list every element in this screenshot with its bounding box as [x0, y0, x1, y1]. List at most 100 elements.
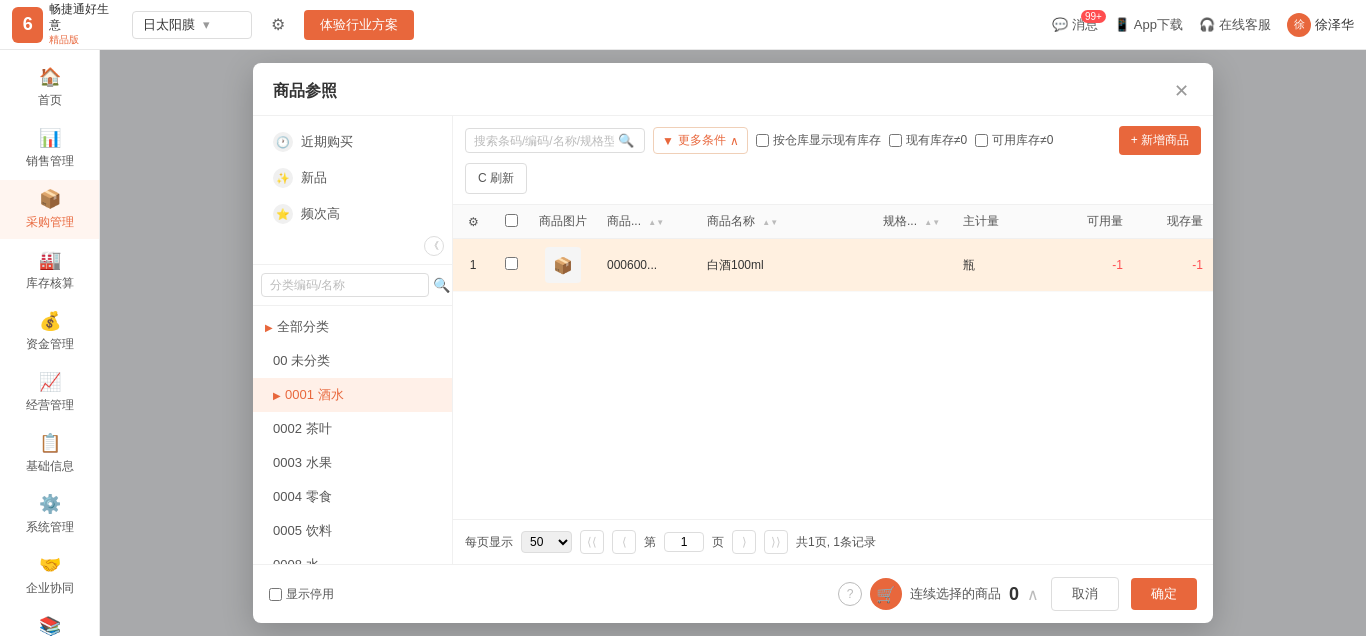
- cancel-button[interactable]: 取消: [1051, 577, 1119, 611]
- right-panel: 🔍 ▼ 更多条件 ∧ 按仓库显示现有库存: [453, 116, 1213, 564]
- modal-body: 🕐 近期购买 ✨ 新品 ⭐ 频次高: [253, 116, 1213, 564]
- sidebar-label-enterprise: 企业协同: [26, 580, 74, 597]
- table-row[interactable]: 1 📦 000600...: [453, 239, 1213, 292]
- sales-icon: 📊: [39, 127, 61, 149]
- settings-icon[interactable]: ⚙: [262, 9, 294, 41]
- next-page-button[interactable]: ⟩: [732, 530, 756, 554]
- modal-overlay: 商品参照 ✕ 🕐 近期购买: [100, 50, 1366, 636]
- sidebar: 🏠 首页 📊 销售管理 📦 采购管理 🏭 库存核算 💰 资金管理 📈 经营管理 …: [0, 50, 100, 636]
- system-icon: ⚙️: [39, 493, 61, 515]
- sidebar-item-finance[interactable]: 💰 资金管理: [0, 302, 99, 361]
- confirm-button[interactable]: 确定: [1131, 578, 1197, 610]
- category-item-uncategorized[interactable]: 00 未分类: [253, 344, 452, 378]
- sidebar-label-system: 系统管理: [26, 519, 74, 536]
- cart-area: ? 🛒 连续选择的商品 0 ∧: [838, 578, 1039, 610]
- col-avail-label: 可用量: [1087, 214, 1123, 228]
- category-item-fruit[interactable]: 0003 水果: [253, 446, 452, 480]
- sidebar-item-sales[interactable]: 📊 销售管理: [0, 119, 99, 178]
- modal-close-button[interactable]: ✕: [1169, 79, 1193, 103]
- sidebar-item-home[interactable]: 🏠 首页: [0, 58, 99, 117]
- logo-text: 畅捷通好生意: [49, 2, 112, 33]
- more-filter-button[interactable]: ▼ 更多条件 ∧: [653, 127, 748, 154]
- online-service-nav-item[interactable]: 🎧 在线客服: [1199, 16, 1271, 34]
- sidebar-item-system[interactable]: ⚙️ 系统管理: [0, 485, 99, 544]
- show-disabled-checkbox[interactable]: [269, 588, 282, 601]
- category-item-all[interactable]: ▶ 全部分类: [253, 310, 452, 344]
- avail-ne0-checkbox[interactable]: [975, 134, 988, 147]
- first-page-button[interactable]: ⟨⟨: [580, 530, 604, 554]
- col-check: [493, 205, 529, 239]
- last-page-button[interactable]: ⟩⟩: [764, 530, 788, 554]
- modal-header: 商品参照 ✕: [253, 63, 1213, 116]
- operation-icon: 📈: [39, 371, 61, 393]
- category-search-icon[interactable]: 🔍: [433, 277, 450, 293]
- category-item-drinks[interactable]: 0005 饮料: [253, 514, 452, 548]
- user-nav-item[interactable]: 徐 徐泽华: [1287, 13, 1354, 37]
- category-fruit-label: 0003 水果: [273, 454, 332, 472]
- category-search-input[interactable]: [261, 273, 429, 297]
- add-product-button[interactable]: + 新增商品: [1119, 126, 1201, 155]
- top-nav: 6 畅捷通好生意 精品版 日太阳膜 ▾ ⚙ 体验行业方案 💬 消息 99+ 📱 …: [0, 0, 1366, 50]
- page-number-input[interactable]: [664, 532, 704, 552]
- pagination-bar: 每页显示 50 10 20 100 ⟨⟨ ⟨ 第 页: [453, 519, 1213, 564]
- sidebar-item-inventory[interactable]: 🏭 库存核算: [0, 241, 99, 300]
- product-search-input[interactable]: [474, 134, 614, 148]
- sidebar-item-enterprise[interactable]: 🤝 企业协同: [0, 546, 99, 605]
- avail-ne0-checkbox-wrap[interactable]: 可用库存≠0: [975, 132, 1053, 149]
- cart-icon[interactable]: 🛒: [870, 578, 902, 610]
- sort-code-icon: ▲▼: [648, 218, 664, 227]
- page-suffix: 页: [712, 534, 724, 551]
- show-disabled-label: 显示停用: [286, 586, 334, 603]
- logo-area: 6 畅捷通好生意 精品版: [12, 2, 112, 47]
- main-layout: 🏠 首页 📊 销售管理 📦 采购管理 🏭 库存核算 💰 资金管理 📈 经营管理 …: [0, 50, 1366, 636]
- per-page-select[interactable]: 50 10 20 100: [521, 531, 572, 553]
- settings-col-icon[interactable]: ⚙: [468, 215, 479, 229]
- row-checkbox[interactable]: [505, 257, 518, 270]
- filter-icon: ▼: [662, 134, 674, 148]
- help-icon[interactable]: ?: [838, 582, 862, 606]
- trial-button[interactable]: 体验行业方案: [304, 10, 414, 40]
- quick-item-recent[interactable]: 🕐 近期购买: [261, 124, 444, 160]
- category-list: ▶ 全部分类 00 未分类 ▶ 0001 酒水: [253, 306, 452, 564]
- product-code: 000600...: [607, 258, 657, 272]
- logo-text-block: 畅捷通好生意 精品版: [49, 2, 112, 47]
- app-download-label: App下载: [1134, 16, 1183, 34]
- stock-ne0-checkbox-wrap[interactable]: 现有库存≠0: [889, 132, 967, 149]
- sidebar-item-guide[interactable]: 📚 新手引导: [0, 607, 99, 636]
- category-liquor-label: 0001 酒水: [285, 386, 344, 404]
- refresh-button[interactable]: C 刷新: [465, 163, 527, 194]
- collapse-cart-icon[interactable]: ∧: [1027, 585, 1039, 604]
- col-spec-label: 规格...: [883, 214, 917, 228]
- stock-ne0-checkbox[interactable]: [889, 134, 902, 147]
- quick-items-list: 🕐 近期购买 ✨ 新品 ⭐ 频次高: [261, 124, 444, 232]
- select-all-checkbox[interactable]: [505, 214, 518, 227]
- quick-item-frequent-label: 频次高: [301, 205, 340, 223]
- app-download-nav-item[interactable]: 📱 App下载: [1114, 16, 1183, 34]
- quick-items-section: 🕐 近期购买 ✨ 新品 ⭐ 频次高: [253, 116, 452, 265]
- show-disabled-wrap[interactable]: 显示停用: [269, 586, 334, 603]
- category-item-tea[interactable]: 0002 茶叶: [253, 412, 452, 446]
- sort-name-icon: ▲▼: [762, 218, 778, 227]
- sidebar-item-purchase[interactable]: 📦 采购管理: [0, 180, 99, 239]
- col-unit-label: 主计量: [963, 214, 999, 228]
- sidebar-label-purchase: 采购管理: [26, 214, 74, 231]
- row-checkbox-cell: [493, 239, 529, 292]
- quick-item-frequent[interactable]: ⭐ 频次高: [261, 196, 444, 232]
- prev-page-button[interactable]: ⟨: [612, 530, 636, 554]
- category-item-liquor[interactable]: ▶ 0001 酒水: [253, 378, 452, 412]
- warehouse-display-checkbox-wrap[interactable]: 按仓库显示现有库存: [756, 132, 881, 149]
- warehouse-display-checkbox[interactable]: [756, 134, 769, 147]
- chevron-down-icon: ▾: [203, 17, 210, 32]
- category-item-water[interactable]: 0008 水: [253, 548, 452, 564]
- sidebar-item-basic-info[interactable]: 📋 基础信息: [0, 424, 99, 483]
- nav-selector[interactable]: 日太阳膜 ▾: [132, 11, 252, 39]
- collapse-panel-button[interactable]: 《: [424, 236, 444, 256]
- row-name-cell: 白酒100ml: [697, 239, 873, 292]
- sidebar-item-operation[interactable]: 📈 经营管理: [0, 363, 99, 422]
- quick-item-new[interactable]: ✨ 新品: [261, 160, 444, 196]
- cart-label: 连续选择的商品: [910, 585, 1001, 603]
- category-all-label: 全部分类: [277, 318, 329, 336]
- messages-nav-item[interactable]: 💬 消息 99+: [1052, 16, 1098, 34]
- category-item-snacks[interactable]: 0004 零食: [253, 480, 452, 514]
- category-water-label: 0008 水: [273, 556, 319, 564]
